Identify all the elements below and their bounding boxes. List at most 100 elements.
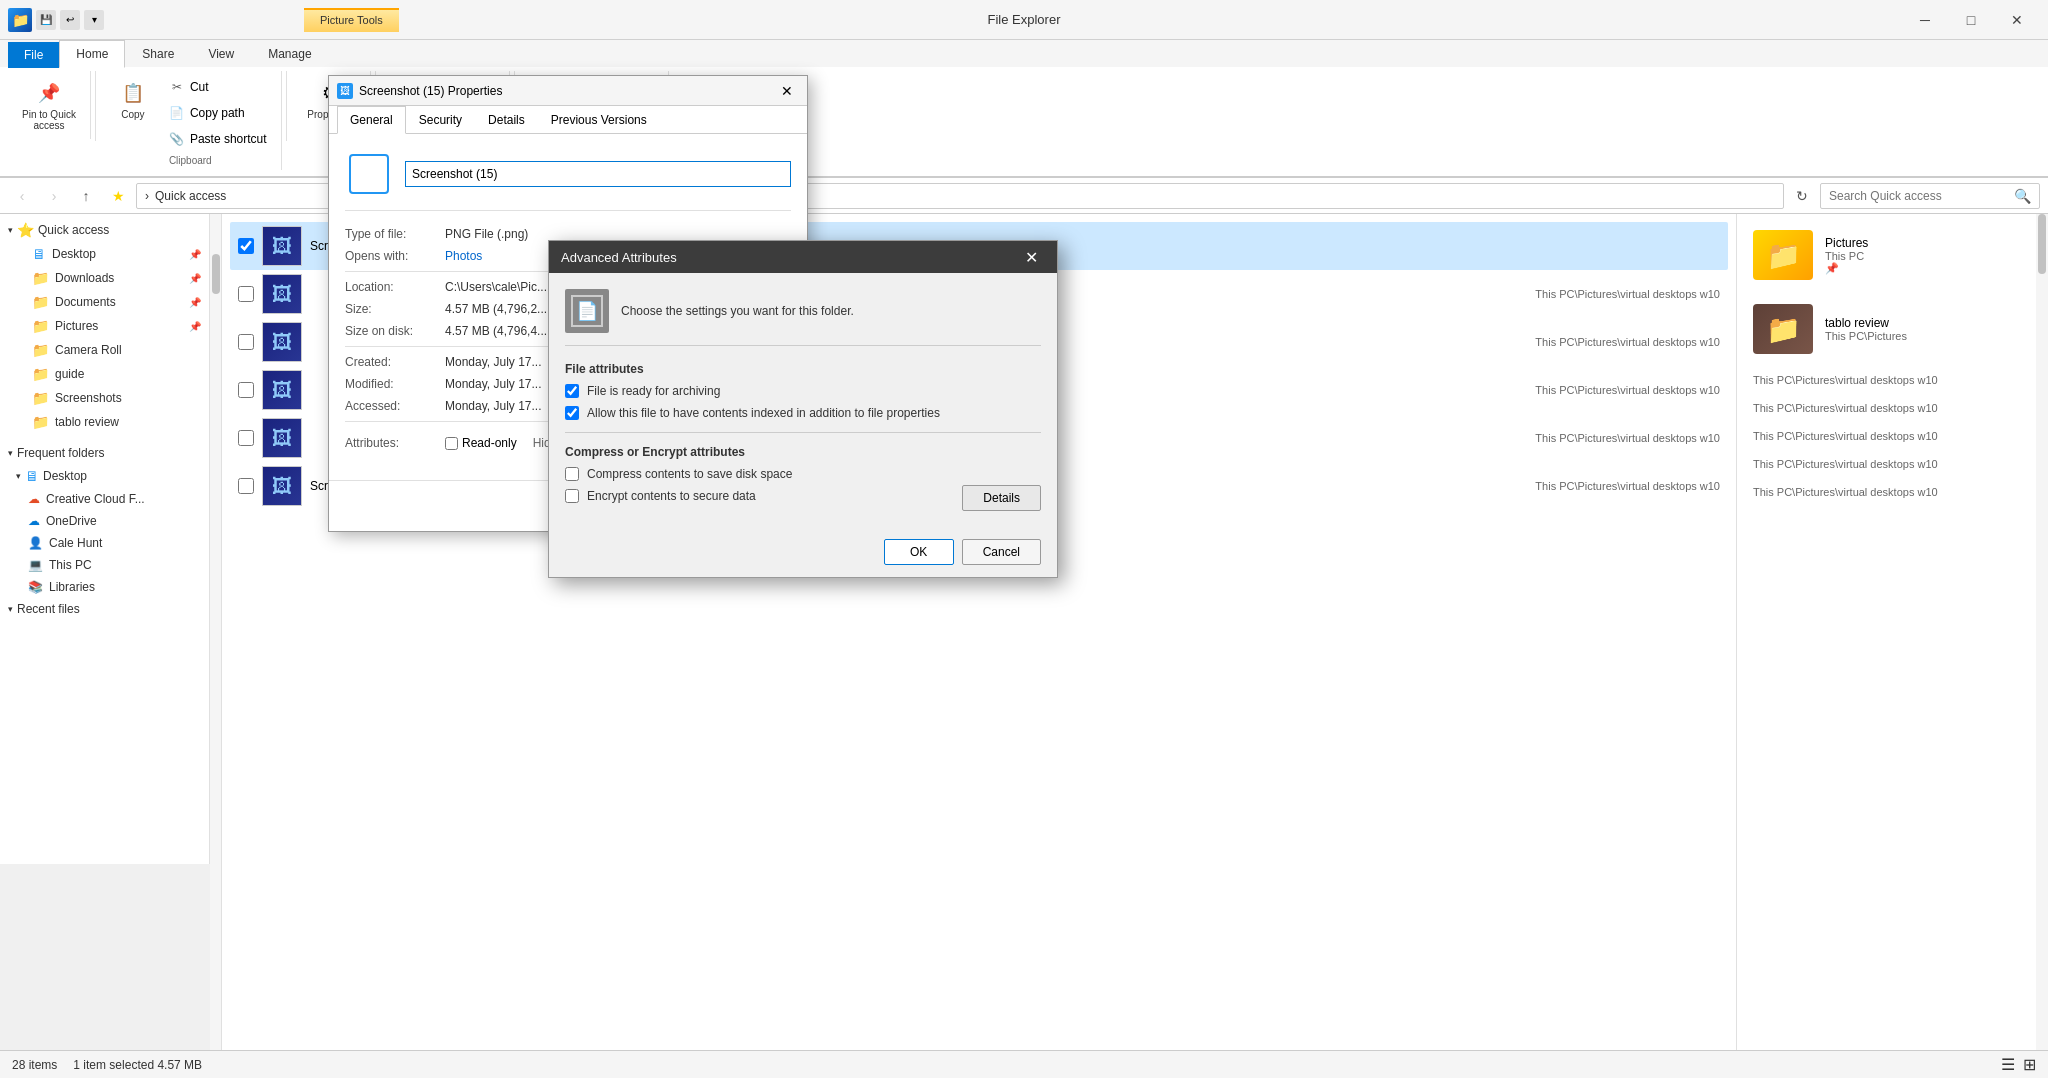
separator-1: [95, 71, 96, 141]
tab-general[interactable]: General: [337, 106, 406, 134]
advanced-attributes-dialog: Advanced Attributes ✕ 📄 Choose the setti…: [548, 240, 1058, 578]
pictures-folder-info: Pictures This PC 📌: [1825, 236, 1868, 275]
type-label: Type of file:: [345, 227, 445, 241]
copy-path-button[interactable]: 📄 Copy path: [162, 101, 273, 125]
readonly-checkbox[interactable]: [445, 437, 458, 450]
tablo-folder-card[interactable]: 📁 tablo review This PC\Pictures: [1745, 296, 2028, 362]
file-checkbox-12[interactable]: [238, 382, 254, 398]
sidebar-item-cale-hunt[interactable]: 👤 Cale Hunt: [0, 532, 209, 554]
properties-tabs: General Security Details Previous Versio…: [329, 106, 807, 134]
cut-icon: ✂: [168, 78, 186, 96]
cut-button[interactable]: ✂ Cut: [162, 75, 273, 99]
details-button[interactable]: Details: [962, 485, 1041, 511]
recent-files-label: Recent files: [17, 602, 80, 616]
save-button[interactable]: 💾: [36, 10, 56, 30]
advanced-header-text: Choose the settings you want for this fo…: [621, 304, 854, 318]
pin-button[interactable]: ★: [104, 182, 132, 210]
tab-home[interactable]: Home: [59, 40, 125, 68]
sidebar-item-tablo[interactable]: 📁 tablo review: [0, 410, 209, 434]
advanced-cancel-button[interactable]: Cancel: [962, 539, 1041, 565]
tab-security[interactable]: Security: [406, 106, 475, 134]
downloads-folder-icon: 📁: [32, 270, 49, 286]
search-bar[interactable]: 🔍: [1820, 183, 2040, 209]
sidebar-item-onedrive[interactable]: ☁ OneDrive: [0, 510, 209, 532]
forward-button[interactable]: ›: [40, 182, 68, 210]
tab-manage[interactable]: Manage: [251, 40, 328, 68]
file-checkbox-11[interactable]: [238, 430, 254, 446]
sidebar-item-libraries[interactable]: 📚 Libraries: [0, 576, 209, 598]
compress-section: Compress contents to save disk space Enc…: [565, 467, 1041, 511]
advanced-close-button[interactable]: ✕: [1017, 243, 1045, 271]
file-checkbox-13[interactable]: [238, 334, 254, 350]
pin-indicator-pictures: 📌: [189, 321, 201, 332]
index-label: Allow this file to have contents indexed…: [587, 406, 940, 420]
sidebar-pictures-label: Pictures: [55, 319, 98, 333]
undo-button[interactable]: ↩: [60, 10, 80, 30]
filename-input[interactable]: [405, 161, 791, 187]
size-label: Size:: [345, 302, 445, 316]
file-attributes-title: File attributes: [565, 362, 1041, 376]
compress-checkbox[interactable]: [565, 467, 579, 481]
desktop-folder-icon: 🖥: [32, 246, 46, 262]
refresh-button[interactable]: ↻: [1788, 182, 1816, 210]
up-button[interactable]: ↑: [72, 182, 100, 210]
sidebar-frequent-folders[interactable]: ▾ Frequent folders: [0, 442, 209, 464]
desktop-section-label: Desktop: [43, 469, 87, 483]
tab-details[interactable]: Details: [475, 106, 538, 134]
advanced-ok-button[interactable]: OK: [884, 539, 954, 565]
properties-dialog-titlebar: 🖼 Screenshot (15) Properties ✕: [329, 76, 807, 106]
sidebar-recent-files[interactable]: ▾ Recent files: [0, 598, 209, 620]
sidebar-desktop-section[interactable]: ▾ 🖥 Desktop: [0, 464, 209, 488]
sidebar-item-desktop[interactable]: 🖥 Desktop 📌: [0, 242, 209, 266]
list-view-button[interactable]: ☰: [2001, 1055, 2015, 1074]
file-checkbox-14[interactable]: [238, 286, 254, 302]
search-input[interactable]: [1829, 189, 2010, 203]
advanced-footer: OK Cancel: [549, 527, 1057, 577]
minimize-button[interactable]: ─: [1902, 5, 1948, 35]
sidebar-item-creative-cloud[interactable]: ☁ Creative Cloud F...: [0, 488, 209, 510]
tab-file[interactable]: File: [8, 42, 59, 68]
archive-checkbox[interactable]: [565, 384, 579, 398]
search-icon[interactable]: 🔍: [2014, 188, 2031, 204]
file-thumbnail-11: 🖼: [262, 418, 302, 458]
grid-view-button[interactable]: ⊞: [2023, 1055, 2036, 1074]
documents-folder-icon: 📁: [32, 294, 49, 310]
file-icon: 🖼: [349, 154, 389, 194]
index-checkbox[interactable]: [565, 406, 579, 420]
file-checkbox-10[interactable]: [238, 478, 254, 494]
back-button[interactable]: ‹: [8, 182, 36, 210]
encrypt-checkbox[interactable]: [565, 489, 579, 503]
copy-button[interactable]: 📋 Copy: [108, 75, 158, 124]
sidebar-item-camera-roll[interactable]: 📁 Camera Roll: [0, 338, 209, 362]
attributes-label: Attributes:: [345, 436, 445, 450]
sidebar-quick-access[interactable]: ▾ ⭐ Quick access: [0, 218, 209, 242]
selected-info: 1 item selected 4.57 MB: [73, 1058, 202, 1072]
tablo-folder-info: tablo review This PC\Pictures: [1825, 316, 1907, 342]
tab-view[interactable]: View: [191, 40, 251, 68]
properties-close-button[interactable]: ✕: [775, 79, 799, 103]
right-scrollbar[interactable]: [2036, 214, 2048, 1078]
paste-shortcut-button[interactable]: 📎 Paste shortcut: [162, 127, 273, 151]
sidebar-item-downloads[interactable]: 📁 Downloads 📌: [0, 266, 209, 290]
advanced-header: 📄 Choose the settings you want for this …: [565, 289, 1041, 346]
advanced-title: Advanced Attributes: [561, 250, 1017, 265]
pictures-folder-card[interactable]: 📁 Pictures This PC 📌: [1745, 222, 2028, 288]
tab-share[interactable]: Share: [125, 40, 191, 68]
file-checkbox[interactable]: [238, 238, 254, 254]
readonly-label[interactable]: Read-only: [445, 436, 517, 450]
sidebar-item-guide[interactable]: 📁 guide: [0, 362, 209, 386]
view-buttons: ☰ ⊞: [2001, 1055, 2036, 1074]
maximize-button[interactable]: □: [1948, 5, 1994, 35]
customize-qat[interactable]: ▾: [84, 10, 104, 30]
tab-previous-versions[interactable]: Previous Versions: [538, 106, 660, 134]
tablo-folder-path: This PC\Pictures: [1825, 330, 1907, 342]
sidebar-item-documents[interactable]: 📁 Documents 📌: [0, 290, 209, 314]
sidebar-camera-roll-label: Camera Roll: [55, 343, 122, 357]
pin-quick-access-button[interactable]: 📌 Pin to Quickaccess: [16, 75, 82, 135]
creative-cloud-label: Creative Cloud F...: [46, 492, 145, 506]
sidebar-item-pictures[interactable]: 📁 Pictures 📌: [0, 314, 209, 338]
sidebar-scrollbar[interactable]: [210, 214, 222, 1078]
sidebar-item-this-pc[interactable]: 💻 This PC: [0, 554, 209, 576]
close-button[interactable]: ✕: [1994, 5, 2040, 35]
sidebar-item-screenshots[interactable]: 📁 Screenshots: [0, 386, 209, 410]
